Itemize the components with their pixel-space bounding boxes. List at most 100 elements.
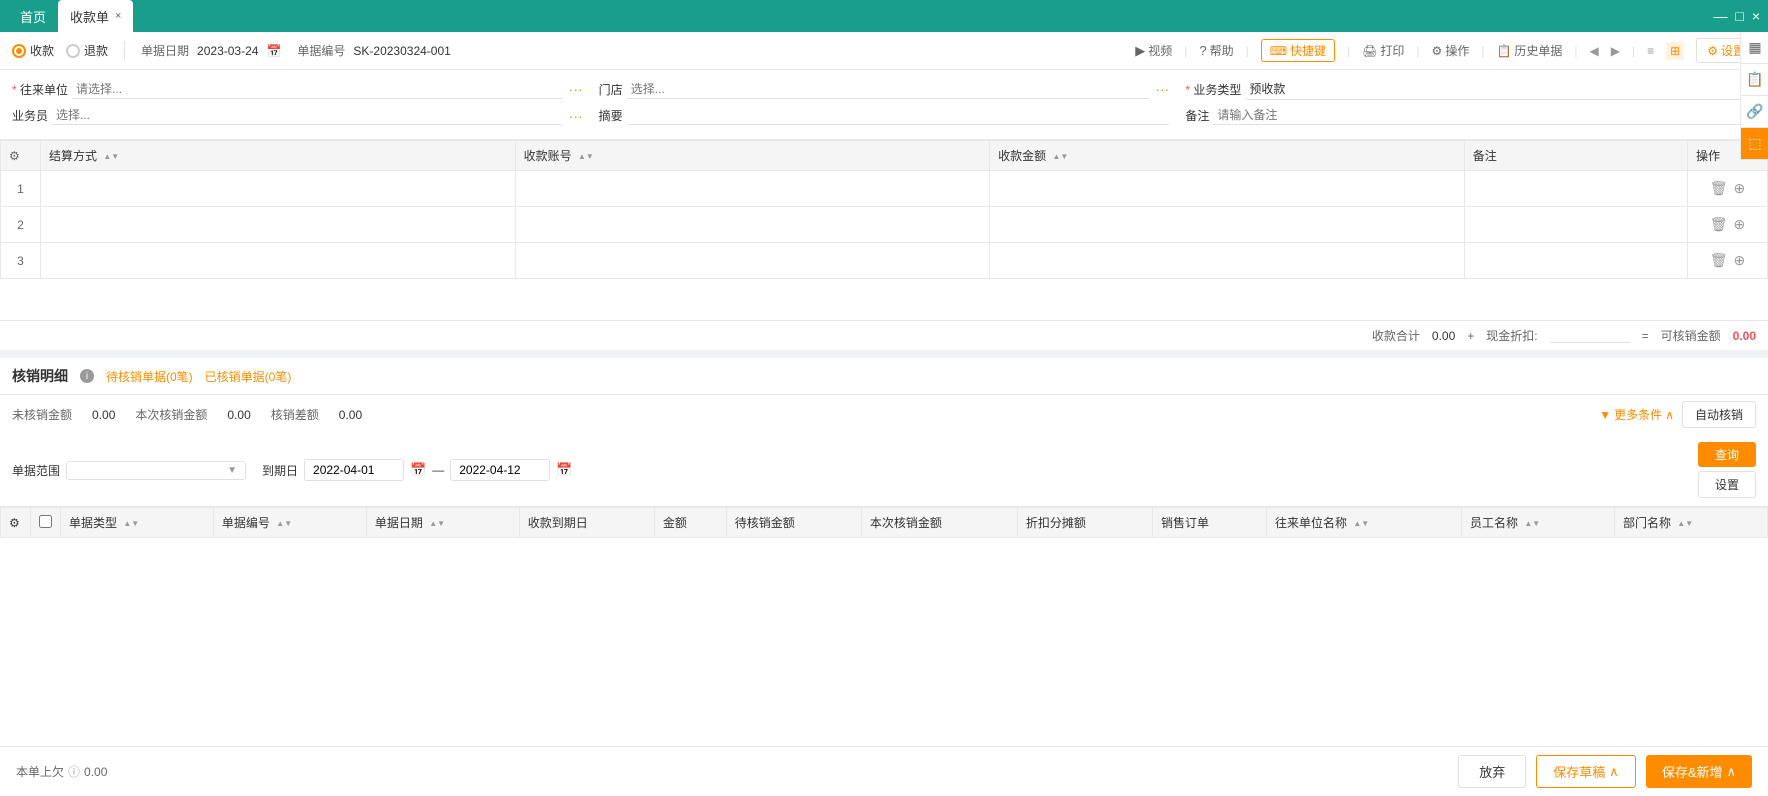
row-remark-3[interactable] — [1464, 243, 1687, 279]
discount-input[interactable] — [1550, 328, 1630, 343]
row-remark-2[interactable] — [1464, 207, 1687, 243]
row-account-3[interactable] — [515, 243, 990, 279]
table-row: 2 🗑 ⊕ — [1, 207, 1768, 243]
video-link[interactable]: ▶ 视频 — [1135, 42, 1172, 59]
date-from-input[interactable] — [304, 459, 404, 481]
nav-next-icon[interactable]: ▶ — [1611, 44, 1620, 58]
row-payment-1[interactable] — [41, 171, 516, 207]
note-input[interactable] — [1213, 106, 1756, 125]
more-conditions-link[interactable]: ▼ 更多条件 ∧ — [1599, 406, 1674, 423]
vth-dept-name: 部门名称 ▲▼ — [1614, 508, 1767, 538]
cal-from-icon[interactable]: 📅 — [410, 462, 426, 478]
row-copy-icon-2[interactable]: ⊕ — [1734, 216, 1746, 233]
maximize-icon[interactable]: □ — [1735, 8, 1743, 24]
range-select[interactable]: ▼ — [66, 461, 246, 480]
verify-info-icon[interactable]: i — [80, 369, 94, 383]
help-link[interactable]: ? 帮助 — [1199, 42, 1233, 59]
cal-to-icon[interactable]: 📅 — [556, 462, 572, 478]
discard-button[interactable]: 放弃 — [1458, 755, 1526, 788]
row-payment-2[interactable] — [41, 207, 516, 243]
row-account-2[interactable] — [515, 207, 990, 243]
row-amount-3[interactable] — [990, 243, 1465, 279]
summary-row: 收款合计 0.00 + 现金折扣: = 可核销金额 0.00 — [0, 320, 1768, 350]
biz-type-label: 业务类型 — [1185, 81, 1241, 98]
row-account-1[interactable] — [515, 171, 990, 207]
partner-input[interactable] — [72, 80, 563, 99]
filter-actions: 查询 设置 — [1698, 442, 1756, 498]
vtable-settings-icon[interactable]: ⚙ — [9, 516, 20, 530]
done-tab-link[interactable]: 已核销单据(0笔) — [205, 368, 292, 385]
doc-date-info: 单据日期 2023-03-24 📅 — [141, 42, 281, 59]
select-all-checkbox[interactable] — [39, 515, 52, 528]
staff-more-icon[interactable]: ··· — [569, 108, 583, 124]
row-remark-1[interactable] — [1464, 171, 1687, 207]
operation-link[interactable]: ⚙ 操作 — [1432, 42, 1470, 59]
query-button[interactable]: 查询 — [1698, 442, 1756, 467]
table-row: 1 🗑 ⊕ — [1, 171, 1768, 207]
row-copy-icon-3[interactable]: ⊕ — [1734, 252, 1746, 269]
calendar-icon[interactable]: 📅 — [266, 44, 281, 58]
save-new-button[interactable]: 保存&新增 ∧ — [1646, 755, 1752, 788]
row-amount-2[interactable] — [990, 207, 1465, 243]
sidebar-clipboard-icon[interactable]: 📋 — [1741, 64, 1768, 96]
print-link[interactable]: 🖨 打印 — [1362, 42, 1404, 59]
row-delete-icon-3[interactable]: 🗑 — [1710, 252, 1728, 269]
date-label: 到期日 — [262, 462, 298, 479]
current-verify-value: 0.00 — [227, 408, 250, 422]
sidebar-link-icon[interactable]: 🔗 — [1741, 96, 1768, 128]
note-field: 备注 — [1185, 106, 1756, 125]
pending-tab-link[interactable]: 待核销单据(0笔) — [106, 368, 193, 385]
row-payment-3[interactable] — [41, 243, 516, 279]
auto-verify-button[interactable]: 自动核销 — [1682, 401, 1756, 428]
vth-checkbox — [31, 508, 61, 538]
vth-partner-name: 往来单位名称 ▲▼ — [1267, 508, 1462, 538]
layout-grid-icon[interactable]: ⊞ — [1666, 42, 1684, 60]
filter-row: 单据范围 ▼ 到期日 📅 — 📅 查询 设置 — [0, 434, 1768, 507]
radio-collection[interactable]: 收款 — [12, 42, 54, 59]
biz-type-select[interactable]: 预收款 ▼ — [1245, 78, 1756, 100]
available-value: 0.00 — [1733, 329, 1756, 343]
shortcut-link[interactable]: ⌨ 快捷键 — [1261, 39, 1335, 62]
layout-list-icon[interactable]: ≡ — [1647, 44, 1654, 58]
close-icon[interactable]: × — [1752, 8, 1760, 24]
doc-num-value: SK-20230324-001 — [353, 44, 450, 58]
equals-sign: = — [1642, 329, 1649, 343]
sort-icon-account: ▲▼ — [578, 152, 594, 161]
tab-current[interactable]: 收款单 × — [58, 0, 133, 32]
shop-input[interactable] — [627, 80, 1150, 99]
tab-close-icon[interactable]: × — [115, 10, 121, 22]
tab-home[interactable]: 首页 — [8, 0, 58, 32]
radio-refund[interactable]: 退款 — [66, 42, 108, 59]
minimize-icon[interactable]: — — [1713, 8, 1727, 24]
date-to-input[interactable] — [450, 459, 550, 481]
staff-label: 业务员 — [12, 107, 48, 124]
table-settings-icon[interactable]: ⚙ — [9, 149, 20, 163]
remark-label: 摘要 — [599, 107, 623, 124]
keyboard-icon: ⌨ — [1270, 44, 1287, 58]
plus-sign: + — [1467, 329, 1474, 343]
history-link[interactable]: 📋 历史单据 — [1496, 42, 1562, 59]
partner-label: 往来单位 — [12, 81, 68, 98]
verify-table: ⚙ 单据类型 ▲▼ 单据编号 ▲▼ — [0, 507, 1768, 538]
save-draft-button[interactable]: 保存草稿 ∧ — [1536, 755, 1636, 788]
filter-setting-button[interactable]: 设置 — [1698, 471, 1756, 498]
footer-info-icon[interactable]: ⓘ — [68, 763, 80, 780]
sidebar-frame-icon[interactable]: ⬚ — [1741, 128, 1768, 160]
row-delete-icon-2[interactable]: 🗑 — [1710, 216, 1728, 233]
partner-more-icon[interactable]: ··· — [569, 81, 583, 97]
row-copy-icon-1[interactable]: ⊕ — [1734, 180, 1746, 197]
nav-prev-icon[interactable]: ◀ — [1590, 44, 1599, 58]
vth-staff-name: 员工名称 ▲▼ — [1462, 508, 1615, 538]
row-num-1: 1 — [1, 171, 41, 207]
row-num-2: 2 — [1, 207, 41, 243]
vth-settings: ⚙ — [1, 508, 31, 538]
remark-input[interactable] — [627, 106, 1170, 125]
staff-input[interactable] — [52, 106, 563, 125]
row-amount-1[interactable] — [990, 171, 1465, 207]
row-actions-2: 🗑 ⊕ — [1688, 207, 1768, 243]
doc-num-info: 单据编号 SK-20230324-001 — [297, 42, 450, 59]
sidebar-table-icon[interactable]: ▦ — [1741, 32, 1768, 64]
shop-more-icon[interactable]: ··· — [1155, 81, 1169, 97]
section-divider — [0, 350, 1768, 358]
row-delete-icon-1[interactable]: 🗑 — [1710, 180, 1728, 197]
